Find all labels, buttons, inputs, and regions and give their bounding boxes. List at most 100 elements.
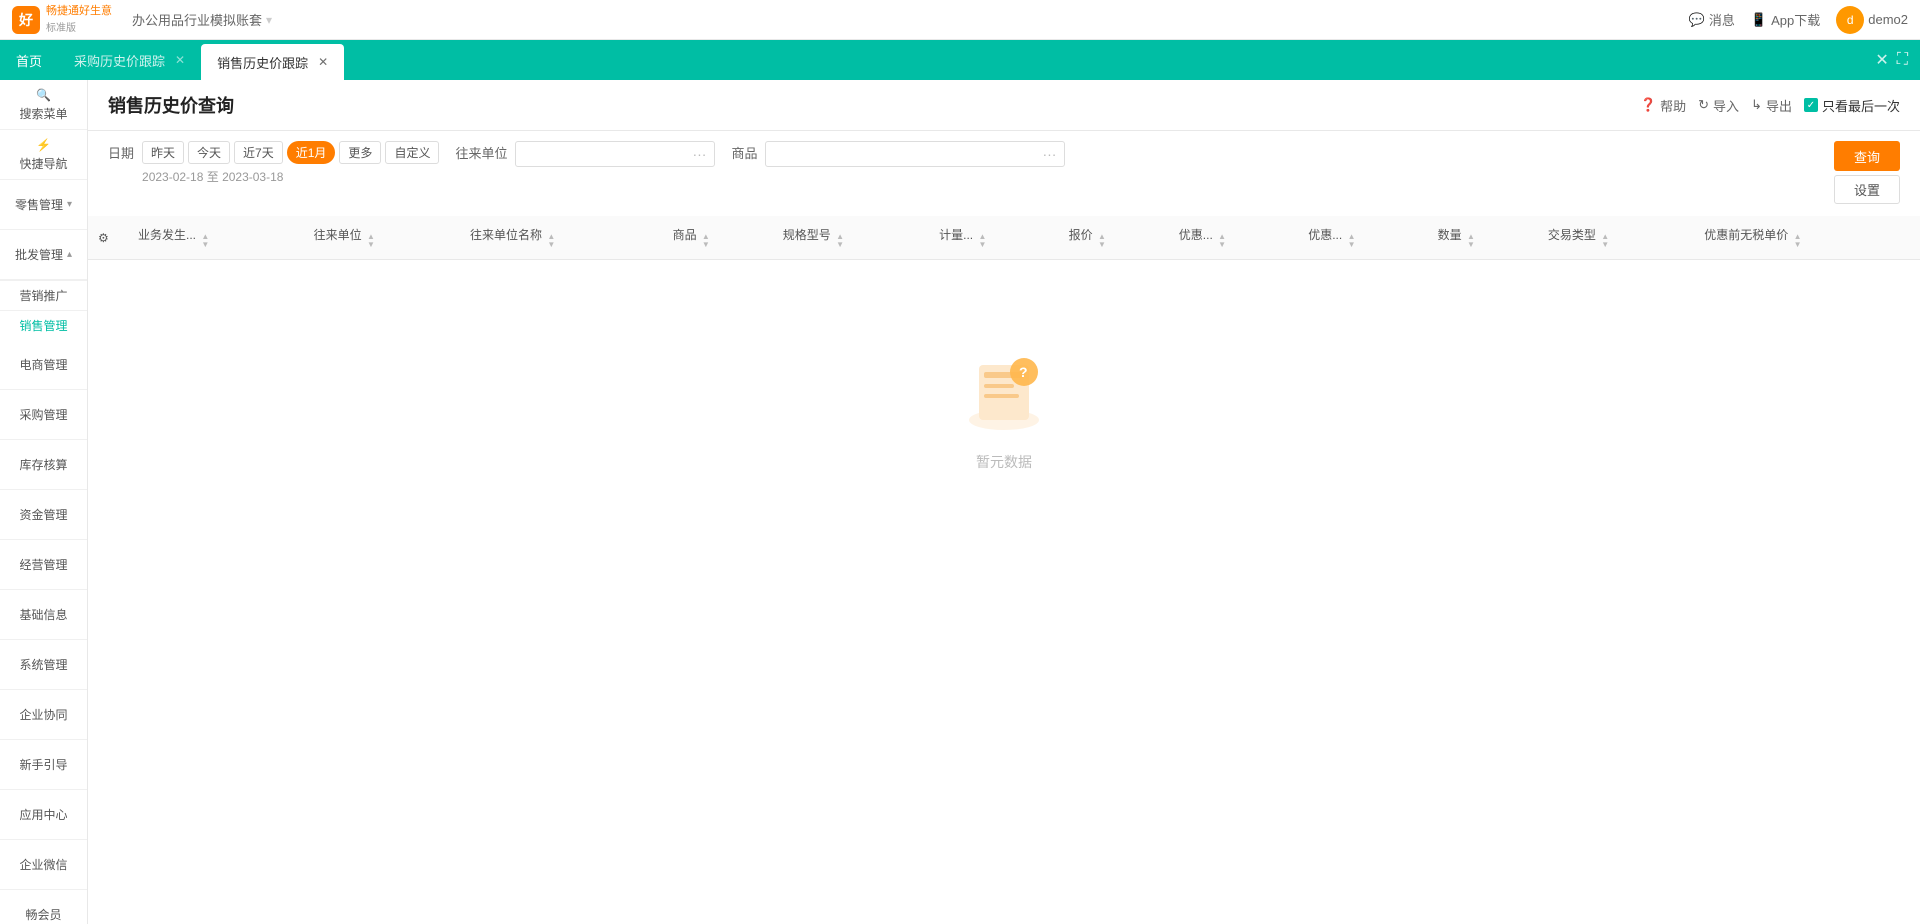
sort-icon-2: ▲▼ (367, 233, 375, 249)
col-biz-date[interactable]: 业务发生... ▲▼ (128, 216, 304, 260)
col-unit-label: 计量... (939, 228, 973, 242)
sidebar-item-app-center[interactable]: 应用中心 (0, 790, 87, 840)
sort-icon-3: ▲▼ (547, 233, 555, 249)
col-goods-label: 商品 (673, 228, 697, 242)
col-qty[interactable]: 数量 ▲▼ (1428, 216, 1538, 260)
sidebar-marketing-label: 营销推广 (19, 289, 67, 303)
message-action[interactable]: 💬 消息 (1689, 10, 1735, 29)
user-action[interactable]: d demo2 (1836, 6, 1908, 34)
sidebar-item-enterprise[interactable]: 企业协同 (0, 690, 87, 740)
only-last-checkbox-area[interactable]: ✓ 只看最后一次 (1804, 96, 1900, 115)
sidebar-item-search[interactable]: 🔍 搜索菜单 (0, 80, 87, 130)
tab-sales-close-icon[interactable]: ✕ (318, 55, 328, 69)
sidebar-operations-label: 经营管理 (19, 556, 67, 573)
download-action[interactable]: 📱 App下载 (1751, 10, 1820, 29)
checkbox-check-icon: ✓ (1807, 100, 1815, 111)
export-label: 导出 (1766, 96, 1792, 115)
sidebar-item-system[interactable]: 系统管理 (0, 640, 87, 690)
import-label: 导入 (1713, 96, 1739, 115)
empty-text: 暂元数据 (976, 452, 1032, 472)
sidebar-item-retail[interactable]: 零售管理 ▾ (0, 180, 87, 230)
col-pretax-price[interactable]: 优惠前无税单价 ▲▼ (1694, 216, 1920, 260)
goods-filter-group: 商品 ··· (731, 141, 1065, 167)
sidebar-item-shortcut[interactable]: ⚡ 快捷导航 (0, 130, 87, 180)
goods-filter-label: 商品 (731, 143, 757, 162)
sidebar-item-member[interactable]: 畅会员 (0, 890, 87, 924)
sidebar-item-wholesale[interactable]: 批发管理 ▴ (0, 230, 87, 280)
tab-home[interactable]: 首页 (0, 40, 58, 80)
tab-close-all-icon[interactable]: ✕ (1875, 50, 1888, 70)
sidebar-item-finance[interactable]: 资金管理 (0, 490, 87, 540)
sidebar-item-purchase[interactable]: 采购管理 (0, 390, 87, 440)
date-btn-1month[interactable]: 近1月 (287, 141, 336, 164)
sidebar-app-label: 应用中心 (19, 806, 67, 823)
date-btn-row: 昨天 今天 近7天 近1月 更多 自定义 (142, 141, 439, 164)
breadcrumb-dropdown-icon[interactable]: ▾ (266, 13, 272, 27)
sidebar-ecommerce-label: 电商管理 (19, 356, 67, 373)
tab-sales-label: 销售历史价跟踪 (217, 53, 308, 72)
partner-input[interactable]: ··· (515, 141, 715, 167)
sidebar-item-marketing[interactable]: 营销推广 (0, 280, 87, 310)
sidebar-item-basic[interactable]: 基础信息 (0, 590, 87, 640)
page-header-actions: ❓ 帮助 ↻ 导入 ↳ 导出 ✓ 只看最后一 (1640, 96, 1900, 115)
sort-icon-9: ▲▼ (1348, 233, 1356, 249)
sidebar-item-inventory[interactable]: 库存核算 (0, 440, 87, 490)
tab-purchase-close-icon[interactable]: ✕ (175, 53, 185, 67)
goods-input-dots: ··· (1042, 146, 1056, 162)
export-action[interactable]: ↳ 导出 (1751, 96, 1792, 115)
col-unit[interactable]: 计量... ▲▼ (929, 216, 1058, 260)
tab-sales-history[interactable]: 销售历史价跟踪 ✕ (201, 44, 344, 80)
date-btn-7days[interactable]: 近7天 (234, 141, 283, 164)
date-filter-label: 日期 (108, 143, 134, 162)
date-btn-yesterday[interactable]: 昨天 (142, 141, 184, 164)
chevron-up-icon: ▴ (67, 249, 72, 260)
col-goods[interactable]: 商品 ▲▼ (663, 216, 773, 260)
top-bar-left: 好 畅捷通好生意 标准版 办公用品行业模拟账套 ▾ (12, 5, 272, 33)
sidebar-item-newbie[interactable]: 新手引导 (0, 740, 87, 790)
col-partner-code[interactable]: 往来单位 ▲▼ (304, 216, 460, 260)
sidebar-item-wechat[interactable]: 企业微信 (0, 840, 87, 890)
data-table: ⚙ 业务发生... ▲▼ 往来单位 ▲▼ 往来单位名称 ▲▼ (88, 216, 1920, 260)
date-btn-custom[interactable]: 自定义 (385, 141, 439, 164)
goods-input[interactable]: ··· (765, 141, 1065, 167)
sort-icon-4: ▲▼ (702, 233, 710, 249)
sort-icon: ▲▼ (201, 233, 209, 249)
date-btn-today[interactable]: 今天 (188, 141, 230, 164)
settings-button[interactable]: 设置 (1834, 175, 1900, 204)
col-gear[interactable]: ⚙ (88, 216, 128, 260)
sort-icon-7: ▲▼ (1098, 233, 1106, 249)
sidebar-item-sales[interactable]: 销售管理 (0, 310, 87, 340)
content: 销售历史价查询 ❓ 帮助 ↻ 导入 ↳ 导出 (88, 80, 1920, 924)
col-partner-code-label: 往来单位 (314, 228, 362, 242)
partner-input-dots: ··· (692, 146, 706, 162)
gear-icon: ⚙ (98, 231, 109, 245)
sidebar-item-operations[interactable]: 经营管理 (0, 540, 87, 590)
partner-filter-label: 往来单位 (455, 143, 507, 162)
date-btn-more[interactable]: 更多 (339, 141, 381, 164)
help-action[interactable]: ❓ 帮助 (1640, 96, 1686, 115)
help-icon: ❓ (1640, 97, 1656, 113)
col-trade-type[interactable]: 交易类型 ▲▼ (1538, 216, 1694, 260)
col-biz-date-label: 业务发生... (138, 228, 196, 242)
col-partner-name[interactable]: 往来单位名称 ▲▼ (460, 216, 663, 260)
query-button[interactable]: 查询 (1834, 141, 1900, 171)
col-spec[interactable]: 规格型号 ▲▼ (773, 216, 929, 260)
sidebar-inventory-label: 库存核算 (19, 456, 67, 473)
col-discount1[interactable]: 优惠... ▲▼ (1169, 216, 1298, 260)
search-icon: 🔍 (36, 88, 51, 102)
breadcrumb: 办公用品行业模拟账套 ▾ (132, 10, 272, 29)
import-action[interactable]: ↻ 导入 (1698, 96, 1739, 115)
col-price[interactable]: 报价 ▲▼ (1059, 216, 1169, 260)
help-label: 帮助 (1660, 96, 1686, 115)
col-trade-type-label: 交易类型 (1548, 228, 1596, 242)
import-icon: ↻ (1698, 97, 1709, 113)
date-buttons: 昨天 今天 近7天 近1月 更多 自定义 2023-02-18 至 2023-0… (142, 141, 439, 185)
tab-maximize-icon[interactable]: ⛶ (1897, 51, 1908, 69)
tab-purchase-history[interactable]: 采购历史价跟踪 ✕ (58, 40, 201, 80)
only-last-checkbox[interactable]: ✓ (1804, 98, 1818, 112)
sidebar-item-ecommerce[interactable]: 电商管理 (0, 340, 87, 390)
sidebar: 🔍 搜索菜单 ⚡ 快捷导航 零售管理 ▾ 批发管理 ▴ 营销推广 销售管理 电商… (0, 80, 88, 924)
col-discount2[interactable]: 优惠... ▲▼ (1298, 216, 1427, 260)
action-buttons: 查询 设置 (1834, 141, 1900, 204)
sidebar-enterprise-label: 企业协同 (19, 706, 67, 723)
